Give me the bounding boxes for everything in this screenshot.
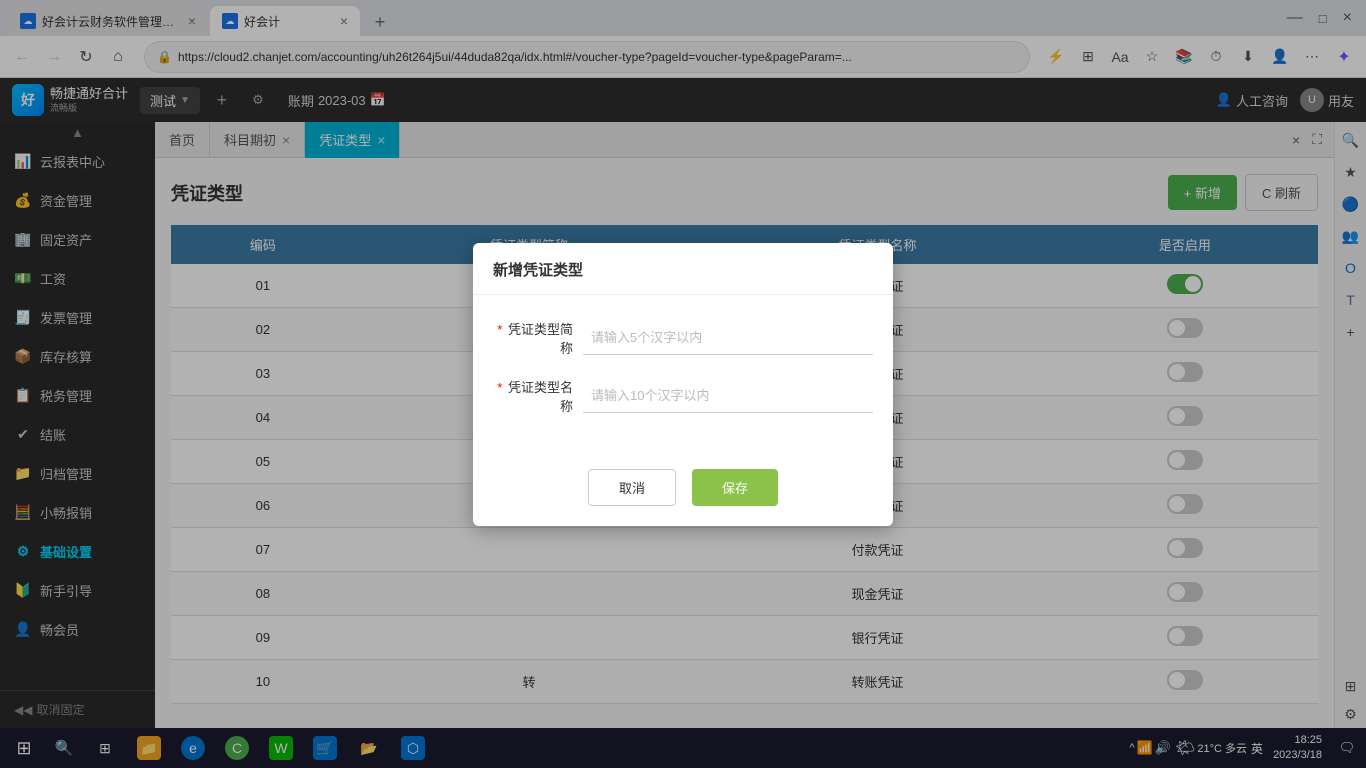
save-button[interactable]: 保存 (692, 469, 778, 506)
cancel-button[interactable]: 取消 (588, 469, 676, 506)
modal-title: 新增凭证类型 (493, 262, 583, 279)
modal-overlay: 新增凭证类型 * 凭证类型简称 * 凭证类型名称 取消 (0, 0, 1366, 768)
form-row-short: * 凭证类型简称 (493, 319, 873, 357)
modal-body: * 凭证类型简称 * 凭证类型名称 (473, 295, 893, 459)
modal-header: 新增凭证类型 (473, 243, 893, 295)
form-input-short[interactable] (583, 321, 873, 355)
required-star-name: * (497, 380, 502, 395)
form-label-name: * 凭证类型名称 (493, 377, 583, 415)
modal-dialog: 新增凭证类型 * 凭证类型简称 * 凭证类型名称 取消 (473, 243, 893, 526)
form-label-short: * 凭证类型简称 (493, 319, 583, 357)
cancel-button-label: 取消 (619, 481, 645, 496)
modal-footer: 取消 保存 (473, 459, 893, 526)
required-star-short: * (497, 322, 502, 337)
save-button-label: 保存 (722, 481, 748, 496)
form-input-name[interactable] (583, 379, 873, 413)
form-row-name: * 凭证类型名称 (493, 377, 873, 415)
